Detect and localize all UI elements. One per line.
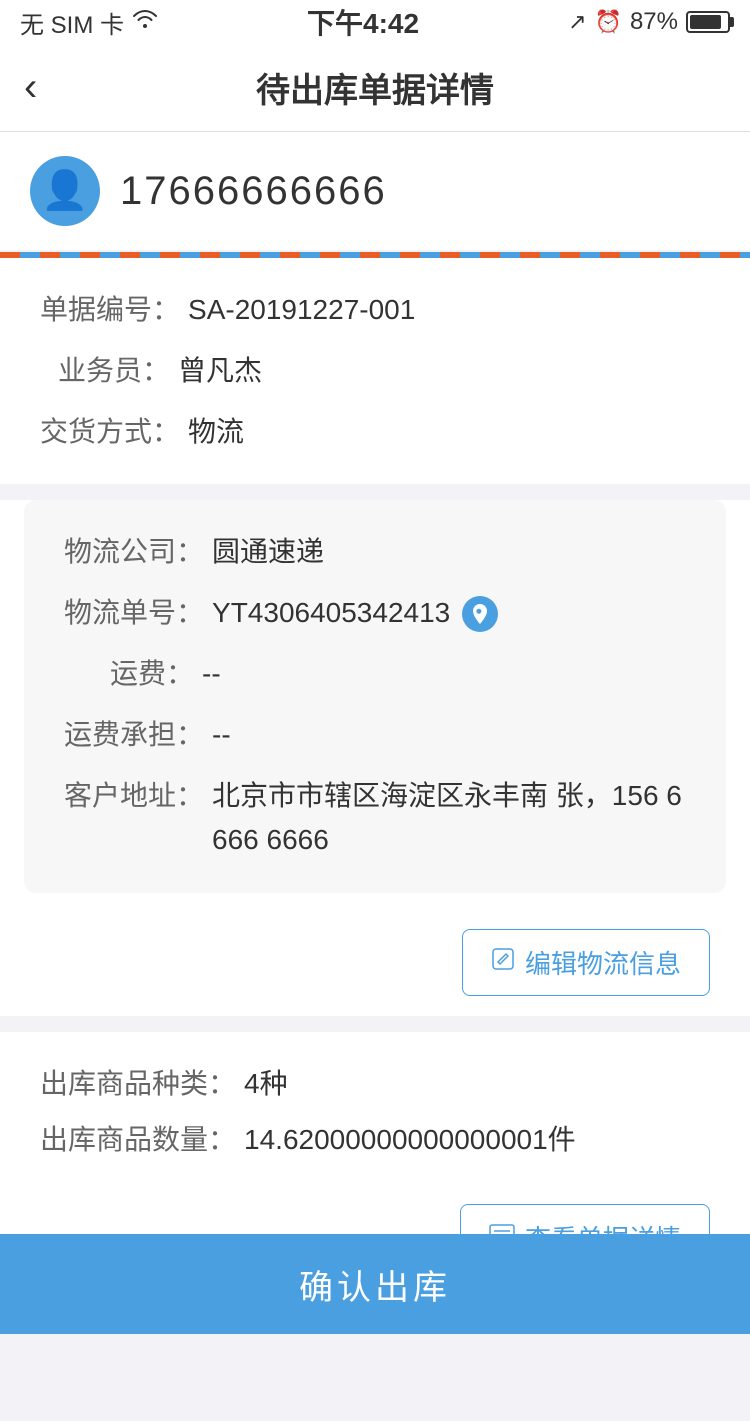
salesman-row: 业务员： 曾凡杰 [40,349,710,394]
location-arrow-icon: ↗ [568,9,586,35]
page-title: 待出库单据详情 [256,63,494,112]
goods-type-value: 4种 [244,1062,710,1102]
back-button[interactable]: ‹ [24,65,37,110]
goods-quantity-row: 出库商品数量： 14.62000000000000001件 [40,1118,710,1158]
wifi-icon [132,9,158,35]
alarm-icon: ⏰ [595,9,622,35]
status-right: ↗ ⏰ 87% [568,8,730,36]
edit-logistics-button[interactable]: 编辑物流信息 [462,929,710,996]
edit-logistics-section: 编辑物流信息 [0,909,750,1016]
order-number-label: 单据编号： [40,288,180,333]
salesman-label: 业务员： [40,349,170,394]
section-separator [0,1016,750,1032]
freight-row: 运费： -- [64,652,686,697]
order-number-row: 单据编号： SA-20191227-001 [40,288,710,333]
map-pin-icon[interactable] [462,596,498,632]
status-left: 无 SIM 卡 [20,5,158,40]
logistics-card: 物流公司： 圆通速递 物流单号： YT4306405342413 运费： -- … [24,500,726,893]
logistics-tracking-row: 物流单号： YT4306405342413 [64,591,686,636]
goods-quantity-label: 出库商品数量： [40,1118,236,1158]
goods-quantity-value: 14.62000000000000001件 [244,1118,710,1158]
logistics-tracking-label: 物流单号： [64,591,204,636]
edit-logistics-label: 编辑物流信息 [525,944,681,981]
status-time: 下午4:42 [307,2,419,42]
goods-type-row: 出库商品种类： 4种 [40,1062,710,1102]
customer-address-row: 客户地址： 北京市市辖区海淀区永丰南 张，156 6666 6666 [64,774,686,864]
confirm-outbound-button[interactable]: 确认出库 [0,1234,750,1334]
logistics-company-value: 圆通速递 [212,530,686,575]
user-phone: 17666666666 [120,169,387,214]
salesman-value: 曾凡杰 [178,349,710,394]
avatar-icon: 👤 [41,169,88,213]
order-number-value: SA-20191227-001 [188,288,710,333]
carrier-label: 无 SIM 卡 [20,5,124,40]
freight-bear-row: 运费承担： -- [64,713,686,758]
freight-bear-value: -- [212,713,686,758]
battery-percent: 87% [630,8,678,36]
freight-bear-label: 运费承担： [64,713,204,758]
order-info-section: 单据编号： SA-20191227-001 业务员： 曾凡杰 交货方式： 物流 [0,258,750,484]
customer-address-label: 客户地址： [64,774,204,819]
nav-bar: ‹ 待出库单据详情 [0,44,750,132]
freight-value: -- [202,652,686,697]
freight-label: 运费： [64,652,194,697]
edit-icon [491,947,515,978]
user-section: 👤 17666666666 [0,132,750,250]
status-bar: 无 SIM 卡 下午4:42 ↗ ⏰ 87% [0,0,750,44]
delivery-label: 交货方式： [40,410,180,455]
delivery-value: 物流 [188,410,710,455]
battery-icon [686,11,730,33]
goods-section: 出库商品种类： 4种 出库商品数量： 14.62000000000000001件 [0,1032,750,1188]
logistics-company-label: 物流公司： [64,530,204,575]
delivery-row: 交货方式： 物流 [40,410,710,455]
logistics-company-row: 物流公司： 圆通速递 [64,530,686,575]
logistics-tracking-value: YT4306405342413 [212,591,686,636]
customer-address-value: 北京市市辖区海淀区永丰南 张，156 6666 6666 [212,774,686,864]
confirm-outbound-label: 确认出库 [299,1260,451,1309]
avatar: 👤 [30,156,100,226]
goods-type-label: 出库商品种类： [40,1062,236,1102]
